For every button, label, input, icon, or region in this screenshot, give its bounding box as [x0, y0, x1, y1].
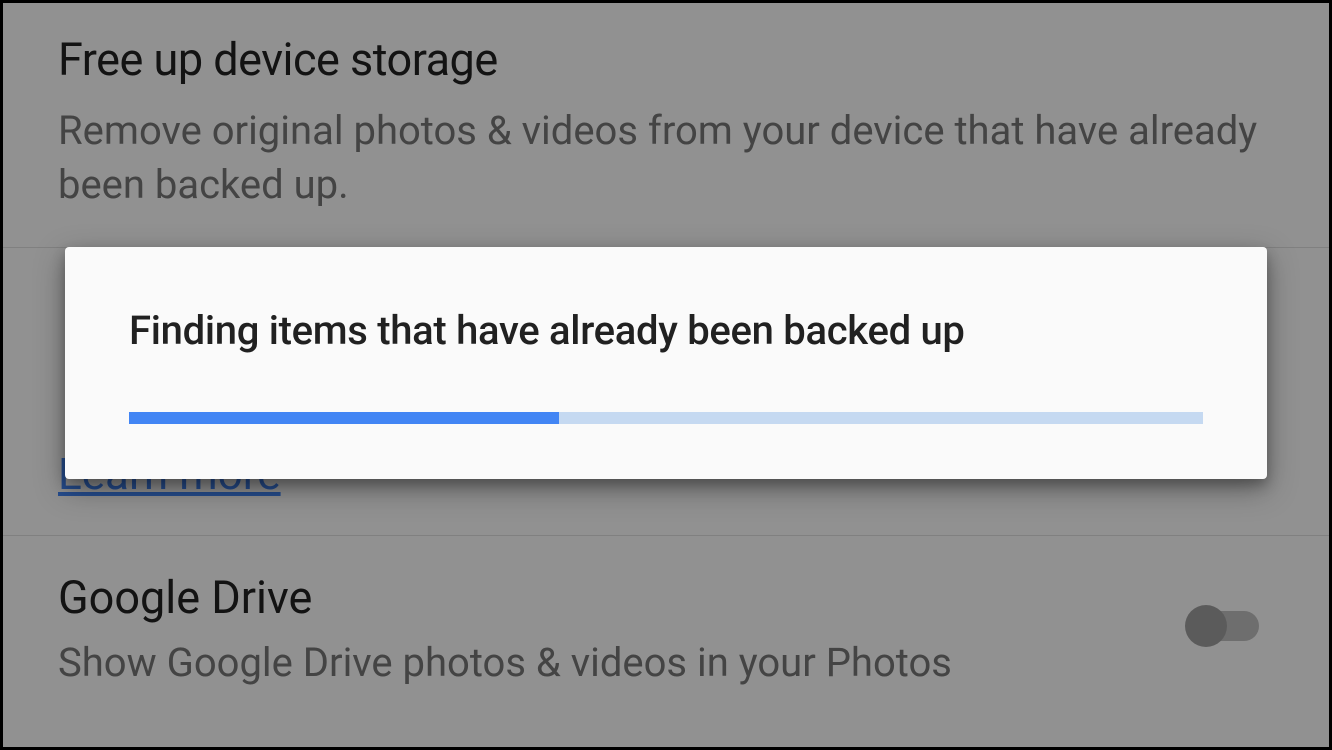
progress-fill — [129, 412, 559, 424]
dialog-title: Finding items that have already been bac… — [129, 307, 1203, 354]
progress-dialog: Finding items that have already been bac… — [65, 247, 1267, 479]
progress-bar — [129, 412, 1203, 424]
